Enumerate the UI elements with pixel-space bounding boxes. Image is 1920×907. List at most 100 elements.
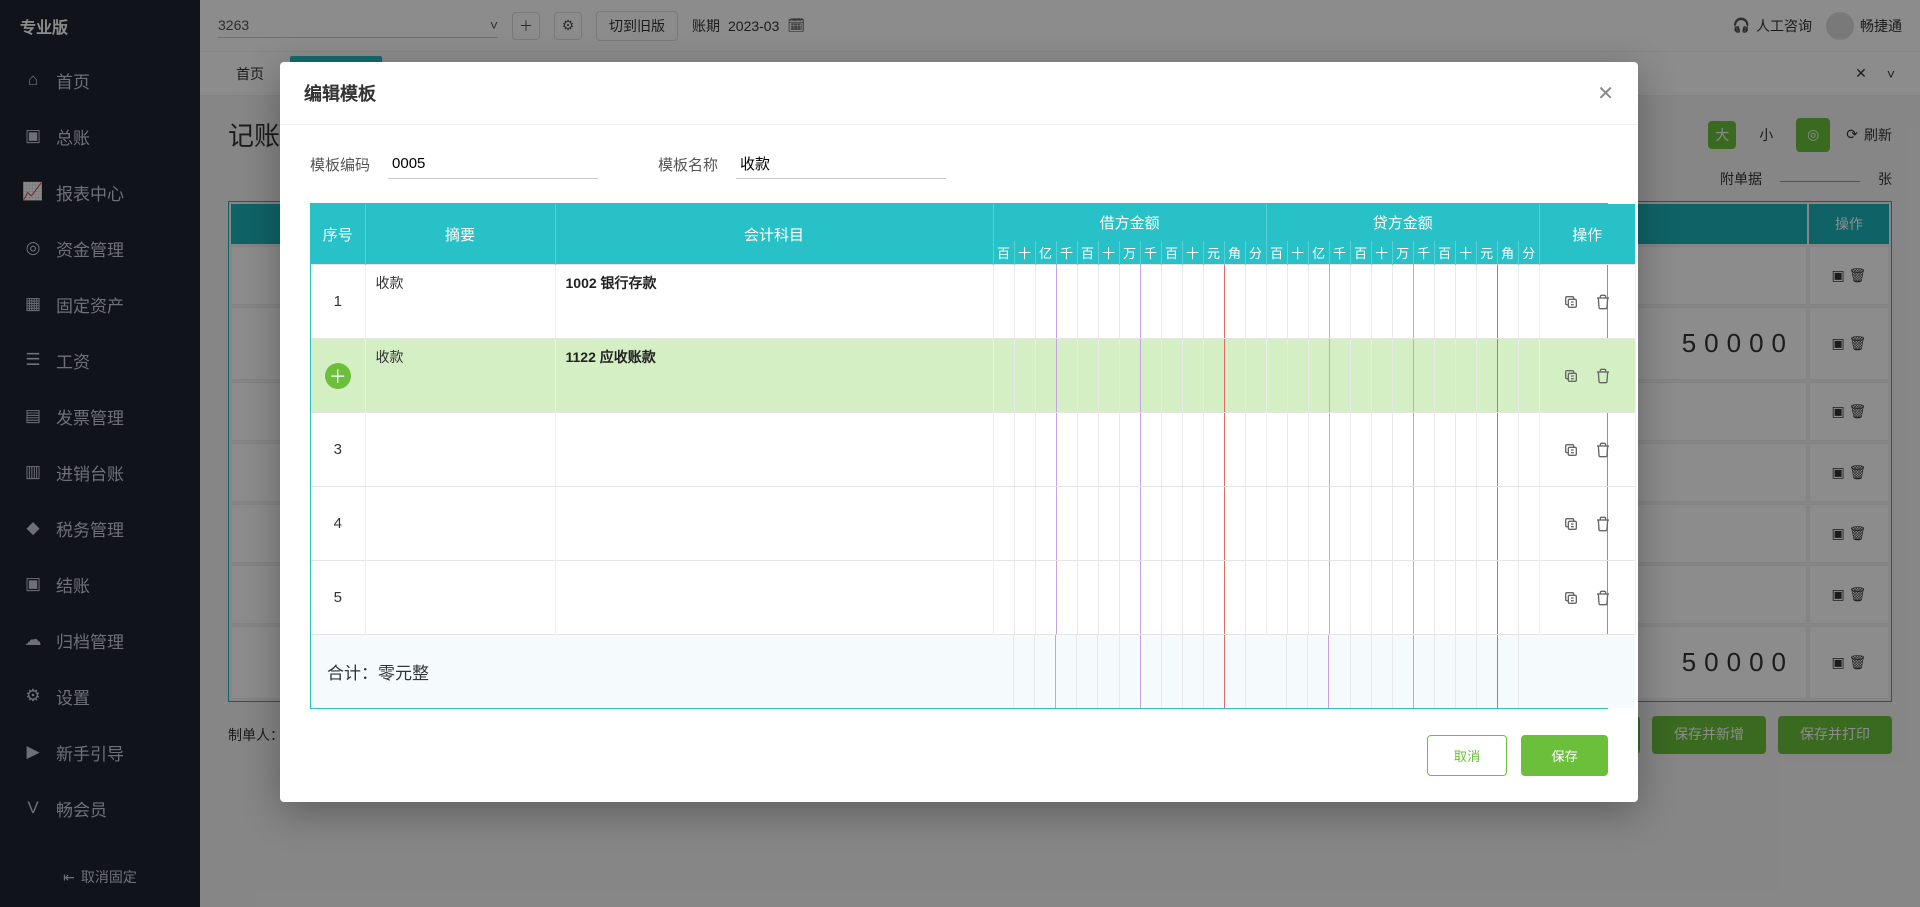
row-credit-cell[interactable]	[1266, 561, 1539, 635]
edit-template-modal: 编辑模板 ✕ 模板编码 模板名称	[280, 62, 1638, 802]
th-unit: 十	[1287, 241, 1308, 265]
copy-icon	[1563, 368, 1579, 384]
total-label: 合计：零元整	[311, 635, 993, 709]
row-ops-cell	[1539, 487, 1635, 561]
modal-cancel-button[interactable]: 取消	[1427, 735, 1508, 776]
row-index: 5	[311, 561, 365, 635]
th-unit: 百	[1434, 241, 1455, 265]
th-unit: 分	[1245, 241, 1266, 265]
template-name-label: 模板名称	[658, 154, 718, 175]
row-debit-cell[interactable]	[993, 413, 1266, 487]
th-unit: 百	[1077, 241, 1098, 265]
row-copy-button[interactable]	[1563, 516, 1579, 532]
th-unit: 元	[1476, 241, 1497, 265]
th-ops: 操作	[1539, 204, 1635, 265]
template-name-input[interactable]	[736, 149, 946, 179]
row-debit-cell[interactable]	[993, 265, 1266, 339]
th-unit: 百	[1266, 241, 1287, 265]
modal-cancel-label: 取消	[1454, 749, 1481, 764]
row-ops-cell	[1539, 413, 1635, 487]
row-credit-cell[interactable]	[1266, 339, 1539, 413]
row-copy-button[interactable]	[1563, 590, 1579, 606]
total-credit-grid	[1266, 635, 1539, 708]
row-index: 4	[311, 487, 365, 561]
copy-icon	[1563, 590, 1579, 606]
template-code-input[interactable]	[388, 149, 598, 179]
th-unit: 千	[1140, 241, 1161, 265]
th-unit: 十	[1182, 241, 1203, 265]
row-summary-cell[interactable]: 收款	[365, 339, 555, 413]
row-credit-cell[interactable]	[1266, 413, 1539, 487]
th-unit: 角	[1497, 241, 1518, 265]
th-unit: 千	[1329, 241, 1350, 265]
th-account: 会计科目	[555, 204, 993, 265]
th-unit: 万	[1119, 241, 1140, 265]
row-account-cell[interactable]	[555, 487, 993, 561]
row-copy-button[interactable]	[1563, 368, 1579, 384]
modal-save-button[interactable]: 保存	[1521, 735, 1608, 776]
th-unit: 百	[1161, 241, 1182, 265]
th-unit: 十	[1371, 241, 1392, 265]
trash-icon	[1595, 368, 1611, 384]
th-credit: 贷方金额	[1266, 204, 1539, 241]
row-debit-cell[interactable]	[993, 561, 1266, 635]
row-account-cell[interactable]: 1122 应收账款	[555, 339, 993, 413]
table-row[interactable]: ＋ 收款1122 应收账款	[311, 339, 1635, 413]
row-delete-button[interactable]	[1595, 590, 1611, 606]
th-unit: 分	[1518, 241, 1539, 265]
row-credit-cell[interactable]	[1266, 487, 1539, 561]
row-copy-button[interactable]	[1563, 442, 1579, 458]
modal-save-label: 保存	[1551, 749, 1578, 764]
th-seq: 序号	[311, 204, 365, 265]
row-debit-cell[interactable]	[993, 339, 1266, 413]
copy-icon	[1563, 294, 1579, 310]
row-delete-button[interactable]	[1595, 368, 1611, 384]
table-row[interactable]: 4	[311, 487, 1635, 561]
row-delete-button[interactable]	[1595, 516, 1611, 532]
total-debit-grid	[993, 635, 1266, 708]
row-copy-button[interactable]	[1563, 294, 1579, 310]
row-credit-cell[interactable]	[1266, 265, 1539, 339]
th-unit: 亿	[1308, 241, 1329, 265]
row-index: 1	[311, 265, 365, 339]
table-row[interactable]: 3	[311, 413, 1635, 487]
row-index: 3	[311, 413, 365, 487]
row-delete-button[interactable]	[1595, 294, 1611, 310]
th-unit: 十	[1014, 241, 1035, 265]
row-summary-cell[interactable]: 收款	[365, 265, 555, 339]
th-unit: 千	[1413, 241, 1434, 265]
table-row[interactable]: 1收款1002 银行存款	[311, 265, 1635, 339]
modal-close-button[interactable]: ✕	[1597, 81, 1614, 106]
row-debit-cell[interactable]	[993, 487, 1266, 561]
row-ops-cell	[1539, 561, 1635, 635]
copy-icon	[1563, 516, 1579, 532]
th-unit: 百	[1350, 241, 1371, 265]
plus-icon: ＋	[329, 363, 347, 389]
add-row-button[interactable]: ＋	[325, 363, 351, 389]
row-summary-cell[interactable]	[365, 413, 555, 487]
th-unit: 亿	[1035, 241, 1056, 265]
row-summary-cell[interactable]	[365, 561, 555, 635]
th-unit: 万	[1392, 241, 1413, 265]
th-unit: 千	[1056, 241, 1077, 265]
th-unit: 十	[1455, 241, 1476, 265]
row-ops-cell	[1539, 265, 1635, 339]
th-summary: 摘要	[365, 204, 555, 265]
th-debit: 借方金额	[993, 204, 1266, 241]
row-summary-cell[interactable]	[365, 487, 555, 561]
th-unit: 角	[1224, 241, 1245, 265]
row-delete-button[interactable]	[1595, 442, 1611, 458]
template-table: 序号 摘要 会计科目 借方金额 贷方金额 操作 百 十 亿 千 百 十	[311, 204, 1636, 708]
table-row[interactable]: 5	[311, 561, 1635, 635]
template-code-label: 模板编码	[310, 154, 370, 175]
th-unit: 百	[993, 241, 1014, 265]
row-account-cell[interactable]: 1002 银行存款	[555, 265, 993, 339]
trash-icon	[1595, 294, 1611, 310]
trash-icon	[1595, 516, 1611, 532]
close-icon: ✕	[1597, 83, 1614, 105]
row-index: ＋	[311, 339, 365, 413]
row-account-cell[interactable]	[555, 413, 993, 487]
row-account: 1122 应收账款	[556, 339, 993, 375]
copy-icon	[1563, 442, 1579, 458]
row-account-cell[interactable]	[555, 561, 993, 635]
